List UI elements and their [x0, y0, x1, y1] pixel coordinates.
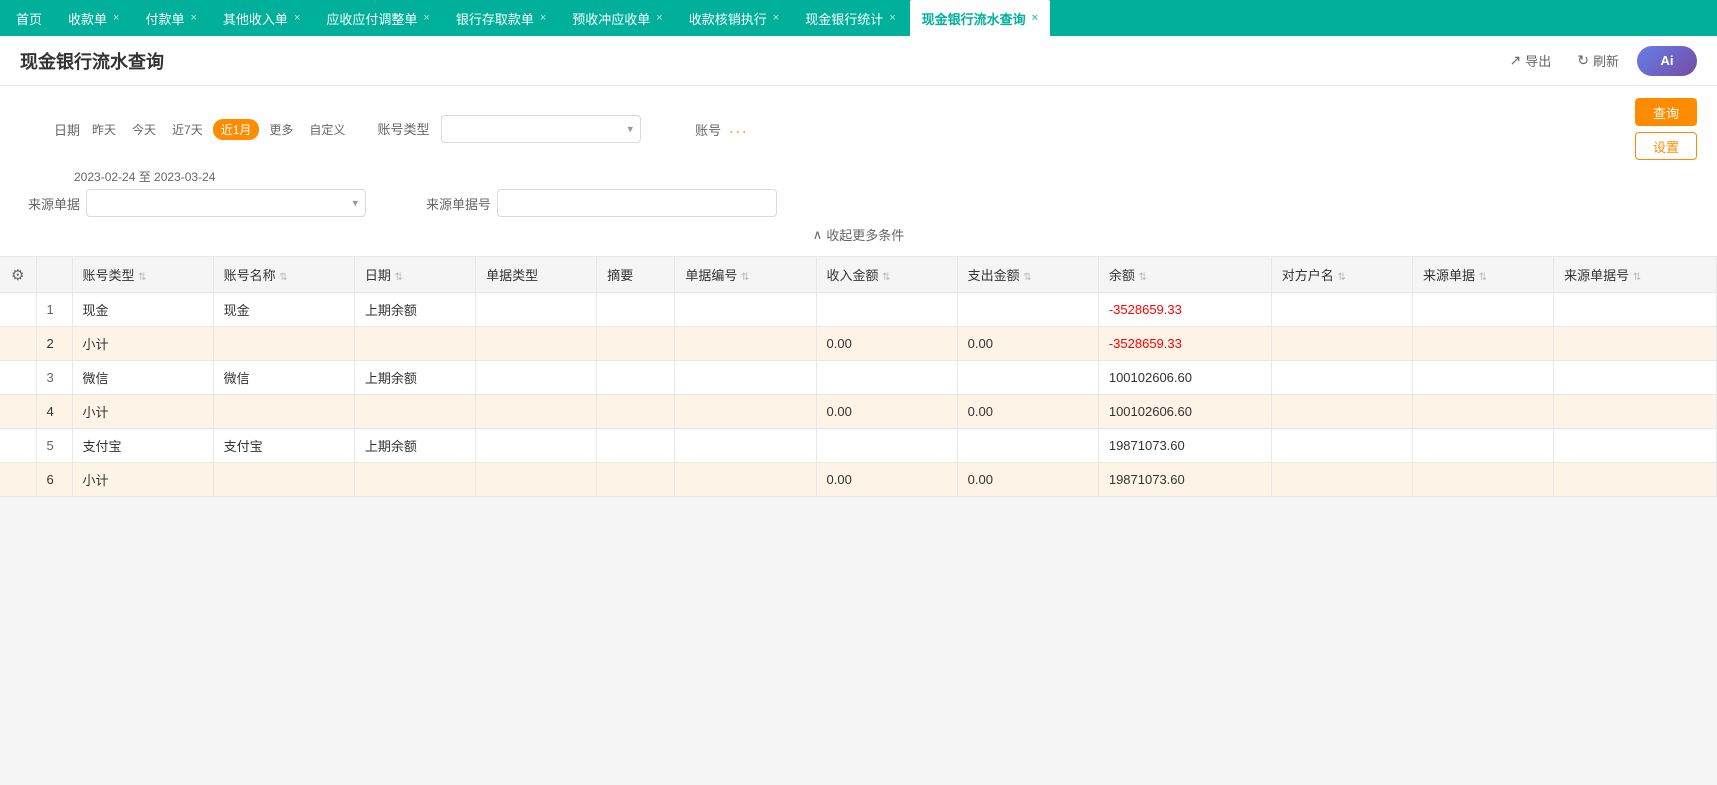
close-icon[interactable]: × [540, 12, 546, 24]
chevron-up-icon: ∧ [813, 227, 823, 243]
sort-icon: ⇅ [1138, 272, 1146, 283]
sort-icon: ⇅ [138, 272, 146, 283]
close-icon[interactable]: × [113, 12, 119, 24]
nav-tab-现金银行流水查询[interactable]: 现金银行流水查询 × [910, 0, 1050, 36]
data-table: ⚙ 账号类型 ⇅ 账号名称 ⇅ 日期 ⇅ 单据类型 摘要 单据编号 ⇅ 收入金额… [0, 257, 1717, 497]
sort-icon: ⇅ [1633, 272, 1641, 283]
nav-tab-收款核销执行[interactable]: 收款核销执行 × [677, 0, 791, 36]
col-account-type[interactable]: 账号类型 ⇅ [72, 257, 213, 293]
col-expense[interactable]: 支出金额 ⇅ [957, 257, 1098, 293]
header-actions: ↗ 导出 ↻ 刷新 Ai [1502, 46, 1698, 76]
col-date[interactable]: 日期 ⇅ [354, 257, 475, 293]
filter-group-accounttype: 账号类型 [377, 115, 641, 143]
sort-icon: ⇅ [741, 272, 749, 283]
account-label: 账号 [661, 120, 721, 139]
filter-row-source: 来源单据 来源单据号 [20, 189, 1697, 217]
refresh-icon: ↻ [1577, 52, 1589, 69]
sort-icon: ⇅ [1023, 272, 1031, 283]
sort-icon: ⇅ [279, 272, 287, 283]
sort-icon: ⇅ [1337, 272, 1345, 283]
page-header: 现金银行流水查询 ↗ 导出 ↻ 刷新 Ai [0, 36, 1717, 86]
nav-tab-现金银行统计[interactable]: 现金银行统计 × [793, 0, 907, 36]
nav-tab-付款单[interactable]: 付款单 × [133, 0, 208, 36]
top-navigation: 首页 收款单 × 付款单 × 其他收入单 × 应收应付调整单 × 银行存取款单 … [0, 0, 1717, 36]
nav-tab-预收冲应收单[interactable]: 预收冲应收单 × [560, 0, 674, 36]
col-counterpart[interactable]: 对方户名 ⇅ [1271, 257, 1412, 293]
table-row: 5支付宝支付宝上期余额19871073.60 [0, 429, 1717, 463]
settings-button[interactable]: 设置 [1635, 132, 1697, 160]
filter-row-date: 日期 昨天 今天 近7天 近1月 更多 自定义 账号类型 账号 ... 查询 [20, 98, 1697, 160]
close-icon[interactable]: × [1032, 12, 1038, 24]
col-income[interactable]: 收入金额 ⇅ [816, 257, 957, 293]
collapse-label: 收起更多条件 [826, 225, 904, 244]
close-icon[interactable]: × [294, 12, 300, 24]
filter-group-date: 日期 昨天 今天 近7天 近1月 更多 自定义 [20, 119, 351, 140]
date-btn-1month[interactable]: 近1月 [213, 119, 260, 140]
col-source-voucher-no[interactable]: 来源单据号 ⇅ [1554, 257, 1717, 293]
filter-group-source-voucher-no: 来源单据号 [426, 189, 777, 217]
date-range-display: 2023-02-24 至 2023-03-24 [74, 168, 1697, 185]
nav-tab-其他收入单[interactable]: 其他收入单 × [211, 0, 312, 36]
date-label: 日期 [20, 120, 80, 139]
nav-tab-银行存取款单[interactable]: 银行存取款单 × [444, 0, 558, 36]
col-voucher-no[interactable]: 单据编号 ⇅ [675, 257, 816, 293]
filter-group-source-voucher: 来源单据 [20, 189, 366, 217]
source-voucher-select-wrapper [86, 189, 366, 217]
date-btn-more[interactable]: 更多 [263, 119, 299, 140]
close-icon[interactable]: × [423, 12, 429, 24]
col-summary: 摘要 [597, 257, 675, 293]
source-voucher-no-label: 来源单据号 [426, 194, 491, 213]
source-voucher-select[interactable] [86, 189, 366, 217]
table-header-row: ⚙ 账号类型 ⇅ 账号名称 ⇅ 日期 ⇅ 单据类型 摘要 单据编号 ⇅ 收入金额… [0, 257, 1717, 293]
table-row: 2小计0.000.00-3528659.33 [0, 327, 1717, 361]
account-dots[interactable]: ... [729, 120, 748, 138]
export-button[interactable]: ↗ 导出 [1502, 47, 1560, 74]
account-type-select[interactable] [441, 115, 641, 143]
refresh-button[interactable]: ↻ 刷新 [1569, 47, 1627, 74]
close-icon[interactable]: × [773, 12, 779, 24]
settings-gear-icon[interactable]: ⚙ [11, 267, 24, 284]
date-btn-today[interactable]: 今天 [126, 119, 162, 140]
close-icon[interactable]: × [889, 12, 895, 24]
ai-button[interactable]: Ai [1637, 46, 1697, 76]
filter-area: 日期 昨天 今天 近7天 近1月 更多 自定义 账号类型 账号 ... 查询 [0, 86, 1717, 257]
table-row: 4小计0.000.00100102606.60 [0, 395, 1717, 429]
source-voucher-no-input[interactable] [497, 189, 777, 217]
date-options: 昨天 今天 近7天 近1月 更多 自定义 [86, 119, 351, 140]
col-balance[interactable]: 余额 ⇅ [1098, 257, 1271, 293]
table-row: 6小计0.000.0019871073.60 [0, 463, 1717, 497]
collapse-bar[interactable]: ∧ 收起更多条件 [20, 221, 1697, 248]
query-button[interactable]: 查询 [1635, 98, 1697, 126]
page-title: 现金银行流水查询 [20, 48, 164, 74]
sort-icon: ⇅ [394, 272, 402, 283]
col-voucher-type: 单据类型 [476, 257, 597, 293]
date-btn-7days[interactable]: 近7天 [166, 119, 209, 140]
filter-group-account: 账号 ... [661, 120, 748, 139]
date-btn-custom[interactable]: 自定义 [303, 119, 351, 140]
table-body: 1现金现金上期余额-3528659.332小计0.000.00-3528659.… [0, 293, 1717, 497]
filter-action-buttons: 查询 设置 [1635, 98, 1697, 160]
nav-home[interactable]: 首页 [4, 0, 54, 36]
col-gear[interactable]: ⚙ [0, 257, 36, 293]
col-index [36, 257, 72, 293]
table-row: 3微信微信上期余额100102606.60 [0, 361, 1717, 395]
col-source-voucher[interactable]: 来源单据 ⇅ [1412, 257, 1553, 293]
close-icon[interactable]: × [190, 12, 196, 24]
account-type-label: 账号类型 [377, 122, 429, 137]
sort-icon: ⇅ [882, 272, 890, 283]
table-row: 1现金现金上期余额-3528659.33 [0, 293, 1717, 327]
sort-icon: ⇅ [1479, 272, 1487, 283]
col-account-name[interactable]: 账号名称 ⇅ [213, 257, 354, 293]
export-icon: ↗ [1510, 52, 1522, 69]
close-icon[interactable]: × [656, 12, 662, 24]
nav-tab-应收应付调整单[interactable]: 应收应付调整单 × [314, 0, 441, 36]
source-voucher-label: 来源单据 [20, 194, 80, 213]
table-container: ⚙ 账号类型 ⇅ 账号名称 ⇅ 日期 ⇅ 单据类型 摘要 单据编号 ⇅ 收入金额… [0, 257, 1717, 497]
nav-tab-收款单[interactable]: 收款单 × [56, 0, 131, 36]
account-type-select-wrapper [441, 115, 641, 143]
date-btn-yesterday[interactable]: 昨天 [86, 119, 122, 140]
